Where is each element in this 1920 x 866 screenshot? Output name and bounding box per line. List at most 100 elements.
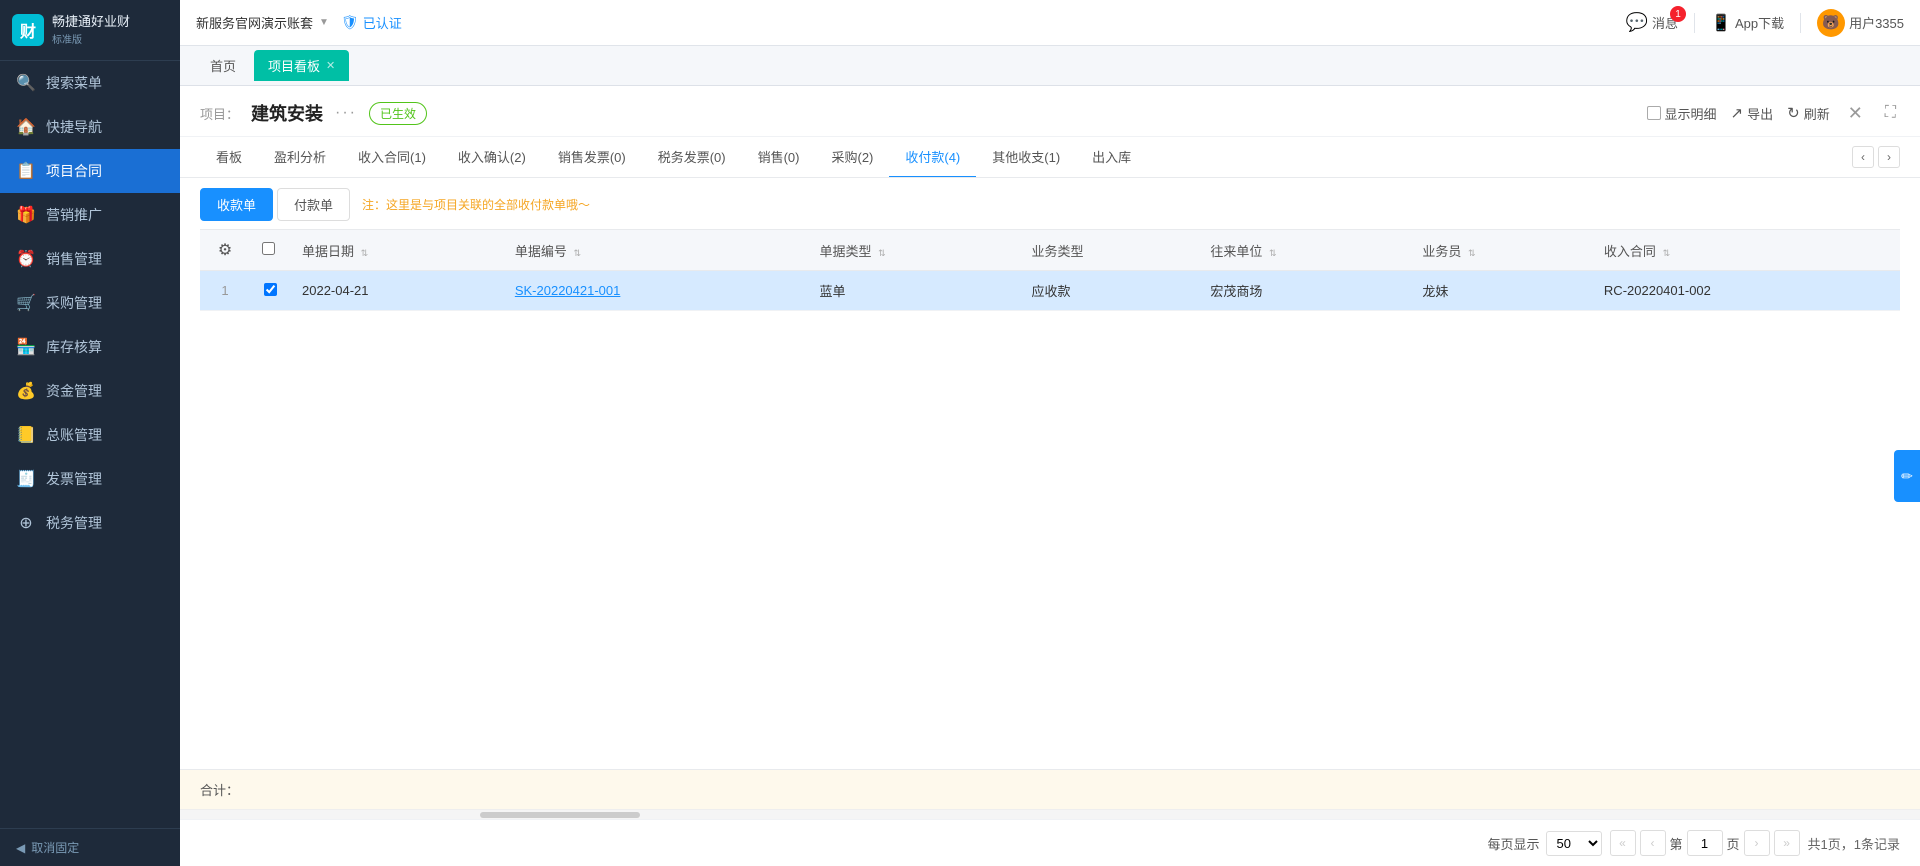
col-number[interactable]: 单据编号 ⇅ — [503, 230, 808, 271]
project-header-actions: 显示明细 ↗ 导出 ↻ 刷新 ✕ ⛶ — [1647, 103, 1901, 124]
refresh-icon: ↻ — [1787, 104, 1800, 122]
col-date-label: 单据日期 — [302, 244, 354, 259]
col-type[interactable]: 单据类型 ⇅ — [807, 230, 1019, 271]
subtab-tax-invoice-label: 税务发票(0) — [658, 150, 726, 165]
col-date[interactable]: 单据日期 ⇅ — [290, 230, 503, 271]
content-wrapper: 项目： 建筑安装 ··· 已生效 显示明细 ↗ 导出 ↻ 刷 — [180, 86, 1920, 866]
more-options-icon[interactable]: ··· — [335, 104, 357, 122]
row-biz-type: 应收款 — [1032, 284, 1071, 299]
row-salesperson: 龙妹 — [1422, 284, 1448, 299]
scroll-thumb[interactable] — [480, 812, 640, 818]
sidebar-item-invoice[interactable]: 🧾 发票管理 — [0, 457, 180, 501]
cell-checkbox[interactable] — [250, 271, 290, 311]
sidebar-item-quicknav[interactable]: 🏠 快捷导航 — [0, 105, 180, 149]
subtab-income-contract-label: 收入合同(1) — [358, 150, 426, 165]
sidebar-item-inventory[interactable]: 🏪 库存核算 — [0, 325, 180, 369]
tax-icon: ⊕ — [16, 513, 36, 533]
table-container: ⚙ 单据日期 ⇅ 单据编号 ⇅ — [180, 229, 1920, 769]
tab-home-label: 首页 — [210, 56, 236, 75]
topbar-actions: 💬 消息 1 📱 App下载 🐻 用户3355 — [1626, 9, 1904, 37]
account-selector[interactable]: 新服务官网演示账套 ▼ — [196, 13, 329, 32]
tab-home[interactable]: 首页 — [196, 50, 250, 81]
sidebar-item-tax[interactable]: ⊕ 税务管理 — [0, 501, 180, 545]
row-income-contract: RC-20220401-002 — [1604, 283, 1711, 298]
expand-button[interactable]: ⛶ — [1881, 104, 1900, 122]
page-label: 第 — [1670, 834, 1683, 853]
prev-page-button[interactable]: ‹ — [1640, 830, 1666, 856]
app-download-button[interactable]: 📱 App下载 — [1711, 13, 1784, 33]
table-row[interactable]: 1 2022-04-21 SK-20220421-001 — [200, 271, 1900, 311]
sidebar-item-sales[interactable]: ⏰ 销售管理 — [0, 237, 180, 281]
sidebar-item-label: 项目合同 — [46, 161, 102, 181]
last-page-button[interactable]: » — [1774, 830, 1800, 856]
subtab-sales[interactable]: 销售(0) — [742, 137, 816, 178]
show-detail-checkbox[interactable] — [1647, 106, 1661, 120]
per-page-selector: 每页显示 50 100 — [1487, 831, 1601, 856]
export-button[interactable]: ↗ 导出 — [1731, 104, 1774, 123]
subtab-prev-button[interactable]: ‹ — [1852, 146, 1874, 168]
subtab-warehouse[interactable]: 出入库 — [1076, 137, 1147, 178]
per-page-select[interactable]: 50 100 — [1546, 831, 1602, 856]
col-settings[interactable]: ⚙ — [200, 230, 250, 271]
subtab-profit[interactable]: 盈利分析 — [258, 137, 342, 178]
close-button[interactable]: ✕ — [1844, 103, 1867, 124]
subtab-kanban-label: 看板 — [216, 150, 242, 165]
subtab-purchase[interactable]: 采购(2) — [815, 137, 889, 178]
sidebar-item-label: 资金管理 — [46, 381, 102, 401]
subtab-payment[interactable]: 收付款(4) — [889, 137, 976, 178]
subtab-income-contract[interactable]: 收入合同(1) — [342, 137, 442, 178]
subtab-next-button[interactable]: › — [1878, 146, 1900, 168]
certified-badge: 🛡 已认证 — [341, 13, 402, 32]
inner-tab-payment[interactable]: 付款单 — [277, 188, 350, 221]
subtab-income-confirm[interactable]: 收入确认(2) — [442, 137, 542, 178]
next-page-button[interactable]: › — [1744, 830, 1770, 856]
user-menu[interactable]: 🐻 用户3355 — [1817, 9, 1904, 37]
subtab-tax-invoice[interactable]: 税务发票(0) — [642, 137, 742, 178]
contract-icon: 📋 — [16, 161, 36, 181]
sidebar-item-finance[interactable]: 💰 资金管理 — [0, 369, 180, 413]
horizontal-scrollbar[interactable] — [180, 809, 1920, 819]
page-input[interactable] — [1687, 830, 1723, 856]
sidebar-item-contract[interactable]: 📋 项目合同 — [0, 149, 180, 193]
subtab-sales-invoice[interactable]: 销售发票(0) — [542, 137, 642, 178]
col-biz-type: 业务类型 — [1020, 230, 1199, 271]
unpin-button[interactable]: ◀ 取消固定 — [0, 828, 180, 866]
sidebar-nav: 🔍 搜索菜单 🏠 快捷导航 📋 项目合同 🎁 营销推广 ⏰ 销售管理 🛒 采购管… — [0, 61, 180, 828]
subtabs: 看板 盈利分析 收入合同(1) 收入确认(2) 销售发票(0) 税务发票(0) — [180, 137, 1920, 178]
total-label: 合计： — [200, 780, 239, 799]
first-page-button[interactable]: « — [1610, 830, 1636, 856]
pagination: 每页显示 50 100 « ‹ 第 页 › » — [180, 819, 1920, 866]
sidebar: 财 畅捷通好业财 标准版 🔍 搜索菜单 🏠 快捷导航 📋 项目合同 🎁 营销推广… — [0, 0, 180, 866]
col-income-contract[interactable]: 收入合同 ⇅ — [1592, 230, 1900, 271]
right-float-button[interactable]: ✏ — [1894, 450, 1920, 502]
tab-close-icon[interactable]: ✕ — [326, 59, 335, 72]
select-all-checkbox[interactable] — [262, 242, 275, 255]
subtab-other-expense[interactable]: 其他收支(1) — [976, 137, 1076, 178]
sidebar-item-label: 总账管理 — [46, 425, 102, 445]
col-checkbox[interactable] — [250, 230, 290, 271]
sidebar-item-purchase[interactable]: 🛒 采购管理 — [0, 281, 180, 325]
sidebar-item-label: 税务管理 — [46, 513, 102, 533]
subtab-kanban[interactable]: 看板 — [200, 137, 258, 178]
message-button[interactable]: 💬 消息 1 — [1626, 12, 1678, 33]
inner-tab-receipt[interactable]: 收款单 — [200, 188, 273, 221]
cell-salesperson: 龙妹 — [1410, 271, 1592, 311]
main-area: 新服务官网演示账套 ▼ 🛡 已认证 💬 消息 1 📱 App下载 🐻 用户335… — [180, 0, 1920, 866]
row-number-link[interactable]: SK-20220421-001 — [515, 283, 621, 298]
tab-project-board[interactable]: 项目看板 ✕ — [254, 50, 349, 81]
edit-icon: ✏ — [1901, 468, 1913, 485]
col-partner[interactable]: 往来单位 ⇅ — [1198, 230, 1410, 271]
col-salesperson[interactable]: 业务员 ⇅ — [1410, 230, 1592, 271]
sidebar-item-label: 库存核算 — [46, 337, 102, 357]
sidebar-item-ledger[interactable]: 📒 总账管理 — [0, 413, 180, 457]
show-detail-option[interactable]: 显示明细 — [1647, 104, 1717, 123]
per-page-label: 每页显示 — [1487, 834, 1539, 853]
sidebar-item-search[interactable]: 🔍 搜索菜单 — [0, 61, 180, 105]
divider — [1800, 13, 1801, 33]
sidebar-item-marketing[interactable]: 🎁 营销推广 — [0, 193, 180, 237]
row-checkbox[interactable] — [264, 283, 277, 296]
refresh-button[interactable]: ↻ 刷新 — [1787, 104, 1830, 123]
cell-number[interactable]: SK-20220421-001 — [503, 271, 808, 311]
settings-icon[interactable]: ⚙ — [218, 242, 232, 259]
app-version: 标准版 — [52, 31, 130, 46]
